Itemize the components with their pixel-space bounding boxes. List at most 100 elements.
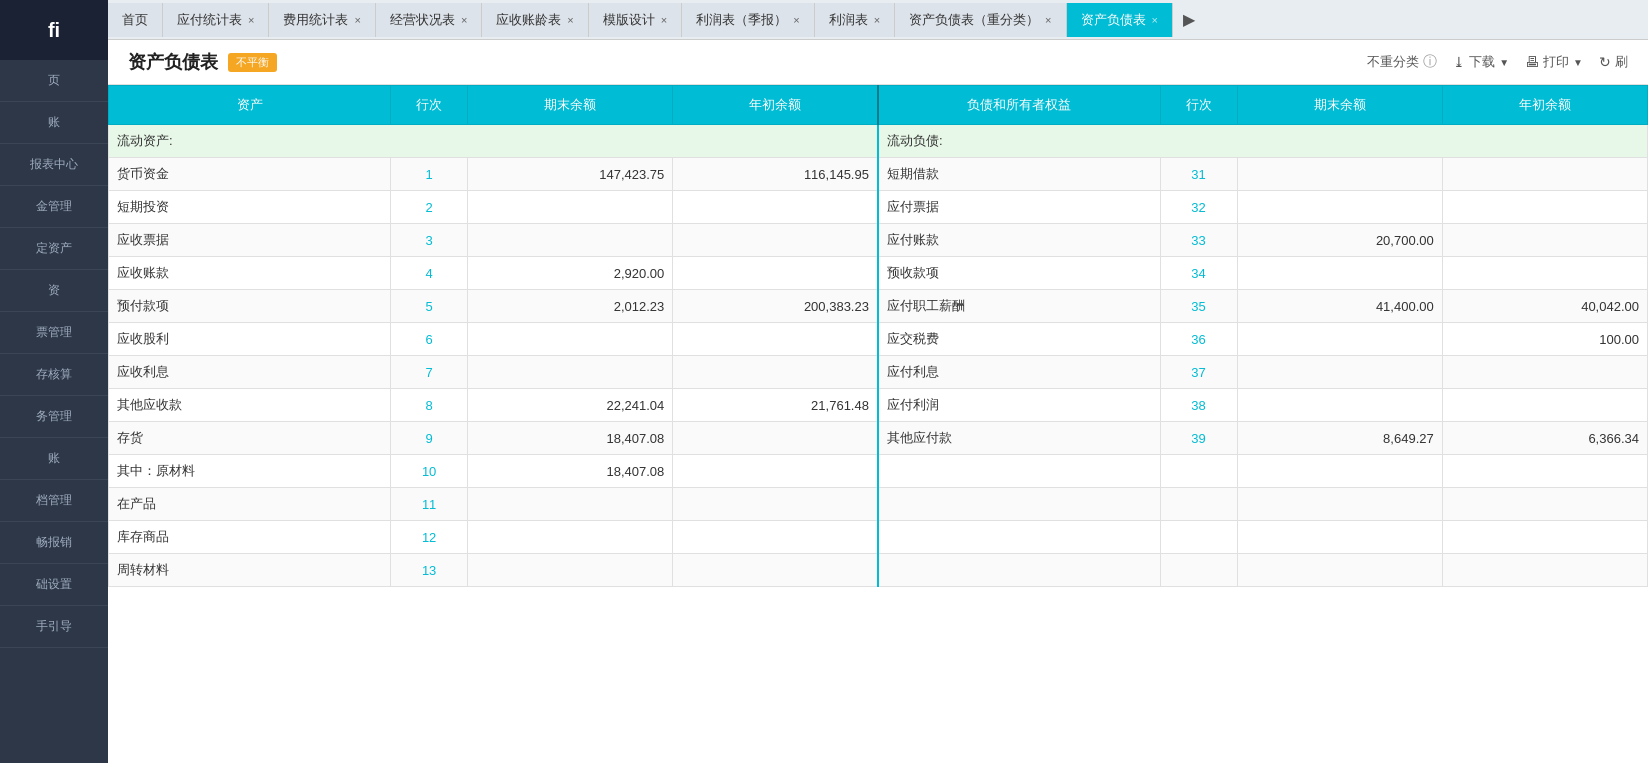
right-year-4[interactable]	[1442, 257, 1647, 290]
right-label-5[interactable]: 应付职工薪酬	[878, 290, 1160, 323]
left-label-3[interactable]: 应收票据	[109, 224, 391, 257]
right-label-10[interactable]	[878, 455, 1160, 488]
left-year-5[interactable]: 200,383.23	[673, 290, 878, 323]
right-label-4[interactable]: 预收款项	[878, 257, 1160, 290]
left-year-7[interactable]	[673, 356, 878, 389]
sidebar-item-guide[interactable]: 手引导	[0, 606, 108, 648]
left-period-3[interactable]	[468, 224, 673, 257]
tab-cost[interactable]: 费用统计表 ×	[269, 3, 375, 37]
sidebar-item-home[interactable]: 页	[0, 60, 108, 102]
right-period-3[interactable]: 20,700.00	[1237, 224, 1442, 257]
left-year-10[interactable]	[673, 455, 878, 488]
sidebar-item-report[interactable]: 报表中心	[0, 144, 108, 186]
tab-scroll-arrow[interactable]: ▶	[1173, 2, 1205, 37]
left-period-9[interactable]: 18,407.08	[468, 422, 673, 455]
tab-ar-aging[interactable]: 应收账龄表 ×	[482, 3, 588, 37]
table-container[interactable]: 资产 行次 期末余额 年初余额 负债和所有者权益 行次 期末余额 年初余额 流动…	[108, 85, 1648, 763]
sidebar-item-invoice[interactable]: 票管理	[0, 312, 108, 354]
close-icon[interactable]: ×	[874, 14, 880, 26]
close-icon[interactable]: ×	[1152, 14, 1158, 26]
left-period-7[interactable]	[468, 356, 673, 389]
right-label-9[interactable]: 其他应付款	[878, 422, 1160, 455]
left-label-6[interactable]: 应收股利	[109, 323, 391, 356]
download-button[interactable]: ⤓ 下载 ▼	[1453, 53, 1509, 71]
right-period-13[interactable]	[1237, 554, 1442, 587]
right-label-6[interactable]: 应交税费	[878, 323, 1160, 356]
left-label-9[interactable]: 存货	[109, 422, 391, 455]
sidebar-item-inventory[interactable]: 存核算	[0, 354, 108, 396]
right-year-5[interactable]: 40,042.00	[1442, 290, 1647, 323]
right-year-2[interactable]	[1442, 191, 1647, 224]
tab-ap[interactable]: 应付统计表 ×	[163, 3, 269, 37]
right-label-12[interactable]	[878, 521, 1160, 554]
left-label-5[interactable]: 预付款项	[109, 290, 391, 323]
sidebar-item-basic[interactable]: 础设置	[0, 564, 108, 606]
print-button[interactable]: 🖶 打印 ▼	[1525, 53, 1583, 71]
right-period-9[interactable]: 8,649.27	[1237, 422, 1442, 455]
left-label-8[interactable]: 其他应收款	[109, 389, 391, 422]
left-period-12[interactable]	[468, 521, 673, 554]
right-label-8[interactable]: 应付利润	[878, 389, 1160, 422]
tab-profit[interactable]: 利润表 ×	[815, 3, 895, 37]
right-year-7[interactable]	[1442, 356, 1647, 389]
right-label-2[interactable]: 应付票据	[878, 191, 1160, 224]
right-year-10[interactable]	[1442, 455, 1647, 488]
refresh-button[interactable]: ↻ 刷	[1599, 53, 1628, 71]
sidebar-item-fixed-assets[interactable]: 定资产	[0, 228, 108, 270]
tab-home[interactable]: 首页	[108, 3, 163, 37]
left-period-11[interactable]	[468, 488, 673, 521]
right-period-4[interactable]	[1237, 257, 1442, 290]
right-year-12[interactable]	[1442, 521, 1647, 554]
left-period-5[interactable]: 2,012.23	[468, 290, 673, 323]
right-year-11[interactable]	[1442, 488, 1647, 521]
left-year-9[interactable]	[673, 422, 878, 455]
sidebar-item-tax[interactable]: 务管理	[0, 396, 108, 438]
tab-bs-reclassify[interactable]: 资产负债表（重分类） ×	[895, 3, 1066, 37]
right-period-1[interactable]	[1237, 158, 1442, 191]
left-period-13[interactable]	[468, 554, 673, 587]
left-period-10[interactable]: 18,407.08	[468, 455, 673, 488]
right-label-13[interactable]	[878, 554, 1160, 587]
close-icon[interactable]: ×	[661, 14, 667, 26]
left-year-6[interactable]	[673, 323, 878, 356]
left-label-10[interactable]: 其中：原材料	[109, 455, 391, 488]
left-year-1[interactable]: 116,145.95	[673, 158, 878, 191]
right-period-7[interactable]	[1237, 356, 1442, 389]
sidebar-item-expense[interactable]: 畅报销	[0, 522, 108, 564]
left-year-4[interactable]	[673, 257, 878, 290]
sidebar-item-capital[interactable]: 资	[0, 270, 108, 312]
left-period-1[interactable]: 147,423.75	[468, 158, 673, 191]
right-label-11[interactable]	[878, 488, 1160, 521]
right-year-13[interactable]	[1442, 554, 1647, 587]
left-year-8[interactable]: 21,761.48	[673, 389, 878, 422]
left-year-3[interactable]	[673, 224, 878, 257]
left-label-1[interactable]: 货币资金	[109, 158, 391, 191]
chevron-down-icon[interactable]: ▼	[1499, 57, 1509, 68]
chevron-down-icon[interactable]: ▼	[1573, 57, 1583, 68]
left-period-4[interactable]: 2,920.00	[468, 257, 673, 290]
close-icon[interactable]: ×	[567, 14, 573, 26]
left-period-2[interactable]	[468, 191, 673, 224]
right-label-1[interactable]: 短期借款	[878, 158, 1160, 191]
close-icon[interactable]: ×	[461, 14, 467, 26]
left-label-7[interactable]: 应收利息	[109, 356, 391, 389]
right-period-10[interactable]	[1237, 455, 1442, 488]
left-label-13[interactable]: 周转材料	[109, 554, 391, 587]
sidebar-item-ledger[interactable]: 账	[0, 438, 108, 480]
right-year-6[interactable]: 100.00	[1442, 323, 1647, 356]
right-period-12[interactable]	[1237, 521, 1442, 554]
right-label-3[interactable]: 应付账款	[878, 224, 1160, 257]
left-period-6[interactable]	[468, 323, 673, 356]
question-icon[interactable]: ⓘ	[1423, 53, 1437, 71]
left-label-2[interactable]: 短期投资	[109, 191, 391, 224]
left-year-13[interactable]	[673, 554, 878, 587]
right-label-7[interactable]: 应付利息	[878, 356, 1160, 389]
sidebar-item-account[interactable]: 账	[0, 102, 108, 144]
close-icon[interactable]: ×	[793, 14, 799, 26]
right-period-8[interactable]	[1237, 389, 1442, 422]
left-year-2[interactable]	[673, 191, 878, 224]
right-year-3[interactable]	[1442, 224, 1647, 257]
right-period-6[interactable]	[1237, 323, 1442, 356]
tab-bs[interactable]: 资产负债表 ×	[1067, 3, 1173, 37]
tab-profit-q[interactable]: 利润表（季报） ×	[682, 3, 814, 37]
